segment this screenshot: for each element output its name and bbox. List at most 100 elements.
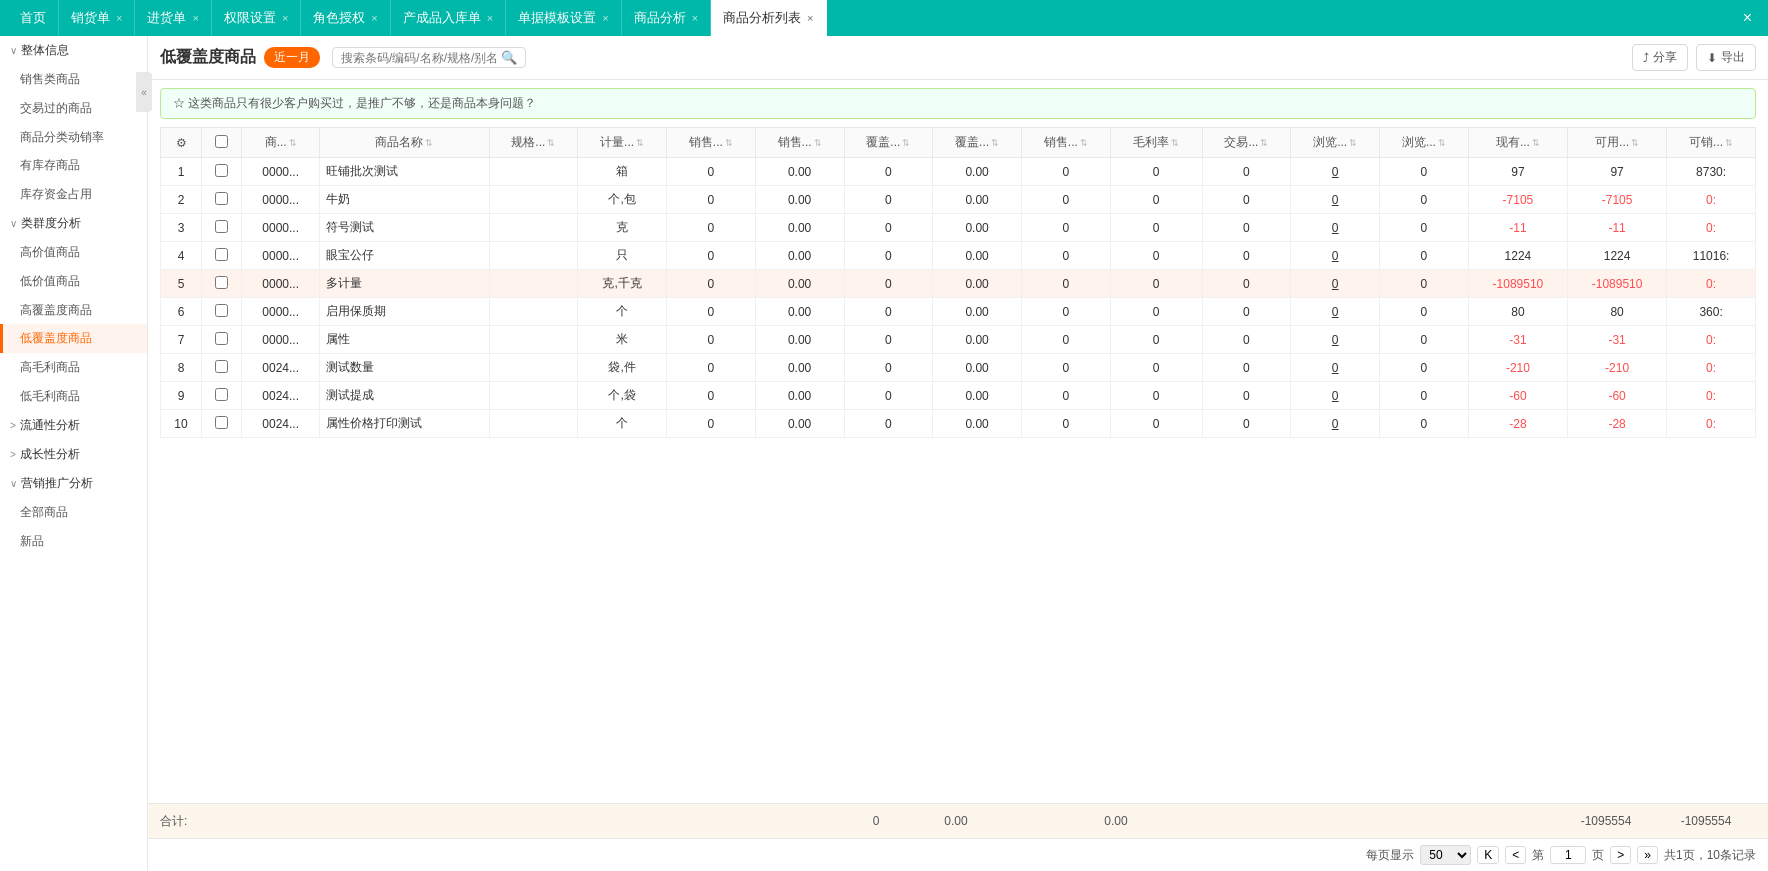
row-checkbox[interactable] xyxy=(202,354,242,382)
row-browse1[interactable]: 0 xyxy=(1291,270,1380,298)
col-header-sales_amt[interactable]: 销售...⇅ xyxy=(755,128,844,158)
row-select-checkbox[interactable] xyxy=(215,388,228,401)
col-header-sales_qty[interactable]: 销售...⇅ xyxy=(667,128,756,158)
col-header-settings[interactable]: ⚙ xyxy=(161,128,202,158)
browse-link[interactable]: 0 xyxy=(1332,417,1339,431)
browse-link[interactable]: 0 xyxy=(1332,277,1339,291)
sidebar-section-2[interactable]: >流通性分析 xyxy=(0,411,147,440)
tab-close-icon[interactable]: × xyxy=(371,12,377,24)
search-icon[interactable]: 🔍 xyxy=(501,50,517,65)
browse-link[interactable]: 0 xyxy=(1332,249,1339,263)
browse-link[interactable]: 0 xyxy=(1332,221,1339,235)
row-browse1[interactable]: 0 xyxy=(1291,186,1380,214)
settings-icon[interactable]: ⚙ xyxy=(176,136,187,150)
sidebar-item-高价值商品[interactable]: 高价值商品 xyxy=(0,238,147,267)
last-page-button[interactable]: » xyxy=(1637,846,1658,864)
time-filter-button[interactable]: 近一月 xyxy=(264,47,320,68)
row-select-checkbox[interactable] xyxy=(215,360,228,373)
col-header-browse2[interactable]: 浏览...⇅ xyxy=(1380,128,1469,158)
sidebar-item-高毛利商品[interactable]: 高毛利商品 xyxy=(0,353,147,382)
row-checkbox[interactable] xyxy=(202,214,242,242)
sidebar-item-低价值商品[interactable]: 低价值商品 xyxy=(0,267,147,296)
row-checkbox[interactable] xyxy=(202,186,242,214)
col-header-coverage2[interactable]: 覆盖...⇅ xyxy=(933,128,1022,158)
col-header-gross_margin[interactable]: 毛利率⇅ xyxy=(1110,128,1202,158)
col-header-transaction[interactable]: 交易...⇅ xyxy=(1202,128,1291,158)
row-select-checkbox[interactable] xyxy=(215,416,228,429)
sidebar-section-3[interactable]: >成长性分析 xyxy=(0,440,147,469)
per-page-select[interactable]: 2050100 xyxy=(1420,845,1471,865)
row-browse1[interactable]: 0 xyxy=(1291,242,1380,270)
col-header-unit[interactable]: 计量...⇅ xyxy=(578,128,667,158)
tab-close-icon[interactable]: × xyxy=(487,12,493,24)
row-select-checkbox[interactable] xyxy=(215,304,228,317)
row-browse1[interactable]: 0 xyxy=(1291,158,1380,186)
col-header-current_stock[interactable]: 现有...⇅ xyxy=(1468,128,1567,158)
sidebar-item-低覆盖度商品[interactable]: 低覆盖度商品 xyxy=(0,324,147,353)
sidebar-collapse-button[interactable]: « xyxy=(136,72,152,112)
browse-link[interactable]: 0 xyxy=(1332,193,1339,207)
sidebar-item-交易过的商品[interactable]: 交易过的商品 xyxy=(0,94,147,123)
col-header-code[interactable]: 商...⇅ xyxy=(242,128,319,158)
nav-tab-产成品入库单[interactable]: 产成品入库单× xyxy=(391,0,506,36)
row-checkbox[interactable] xyxy=(202,382,242,410)
sidebar-item-低毛利商品[interactable]: 低毛利商品 xyxy=(0,382,147,411)
row-checkbox[interactable] xyxy=(202,410,242,438)
tab-close-icon[interactable]: × xyxy=(807,12,813,24)
first-page-button[interactable]: K xyxy=(1477,846,1499,864)
nav-tab-单据模板设置[interactable]: 单据模板设置× xyxy=(506,0,621,36)
row-checkbox[interactable] xyxy=(202,270,242,298)
col-header-saleable[interactable]: 可销...⇅ xyxy=(1667,128,1756,158)
nav-tab-销货单[interactable]: 销货单× xyxy=(59,0,135,36)
sidebar-item-有库存商品[interactable]: 有库存商品 xyxy=(0,151,147,180)
sidebar-item-高覆盖度商品[interactable]: 高覆盖度商品 xyxy=(0,296,147,325)
browse-link[interactable]: 0 xyxy=(1332,305,1339,319)
nav-tab-权限设置[interactable]: 权限设置× xyxy=(212,0,301,36)
nav-tab-商品分析[interactable]: 商品分析× xyxy=(622,0,711,36)
nav-tab-商品分析列表[interactable]: 商品分析列表× xyxy=(711,0,826,36)
tab-close-icon[interactable]: × xyxy=(692,12,698,24)
page-number-input[interactable] xyxy=(1550,846,1586,864)
col-header-available_stock[interactable]: 可用...⇅ xyxy=(1568,128,1667,158)
row-browse1[interactable]: 0 xyxy=(1291,326,1380,354)
sidebar-item-销售类商品[interactable]: 销售类商品 xyxy=(0,65,147,94)
browse-link[interactable]: 0 xyxy=(1332,165,1339,179)
row-select-checkbox[interactable] xyxy=(215,248,228,261)
row-browse1[interactable]: 0 xyxy=(1291,298,1380,326)
row-checkbox[interactable] xyxy=(202,242,242,270)
row-browse1[interactable]: 0 xyxy=(1291,214,1380,242)
col-header-sales_count[interactable]: 销售...⇅ xyxy=(1022,128,1111,158)
row-checkbox[interactable] xyxy=(202,298,242,326)
tab-close-icon[interactable]: × xyxy=(602,12,608,24)
row-select-checkbox[interactable] xyxy=(215,220,228,233)
nav-tab-进货单[interactable]: 进货单× xyxy=(135,0,211,36)
tab-close-icon[interactable]: × xyxy=(192,12,198,24)
row-select-checkbox[interactable] xyxy=(215,164,228,177)
browse-link[interactable]: 0 xyxy=(1332,333,1339,347)
tab-close-icon[interactable]: × xyxy=(282,12,288,24)
row-browse1[interactable]: 0 xyxy=(1291,354,1380,382)
col-header-checkbox[interactable] xyxy=(202,128,242,158)
browse-link[interactable]: 0 xyxy=(1332,361,1339,375)
prev-page-button[interactable]: < xyxy=(1505,846,1526,864)
col-header-coverage1[interactable]: 覆盖...⇅ xyxy=(844,128,933,158)
nav-tab-首页[interactable]: 首页 xyxy=(8,0,59,36)
col-header-spec[interactable]: 规格...⇅ xyxy=(489,128,578,158)
search-input[interactable] xyxy=(341,51,501,65)
row-select-checkbox[interactable] xyxy=(215,192,228,205)
export-button[interactable]: ⬇ 导出 xyxy=(1696,44,1756,71)
row-select-checkbox[interactable] xyxy=(215,332,228,345)
sidebar-item-新品[interactable]: 新品 xyxy=(0,527,147,556)
close-all-button[interactable]: × xyxy=(1735,9,1760,27)
tab-close-icon[interactable]: × xyxy=(116,12,122,24)
sidebar-section-0[interactable]: ∨整体信息 xyxy=(0,36,147,65)
share-button[interactable]: ⤴ 分享 xyxy=(1632,44,1688,71)
col-header-browse1[interactable]: 浏览...⇅ xyxy=(1291,128,1380,158)
col-header-name[interactable]: 商品名称⇅ xyxy=(319,128,489,158)
nav-tab-角色授权[interactable]: 角色授权× xyxy=(301,0,390,36)
row-checkbox[interactable] xyxy=(202,158,242,186)
row-browse1[interactable]: 0 xyxy=(1291,382,1380,410)
row-checkbox[interactable] xyxy=(202,326,242,354)
next-page-button[interactable]: > xyxy=(1610,846,1631,864)
sidebar-item-库存资金占用[interactable]: 库存资金占用 xyxy=(0,180,147,209)
